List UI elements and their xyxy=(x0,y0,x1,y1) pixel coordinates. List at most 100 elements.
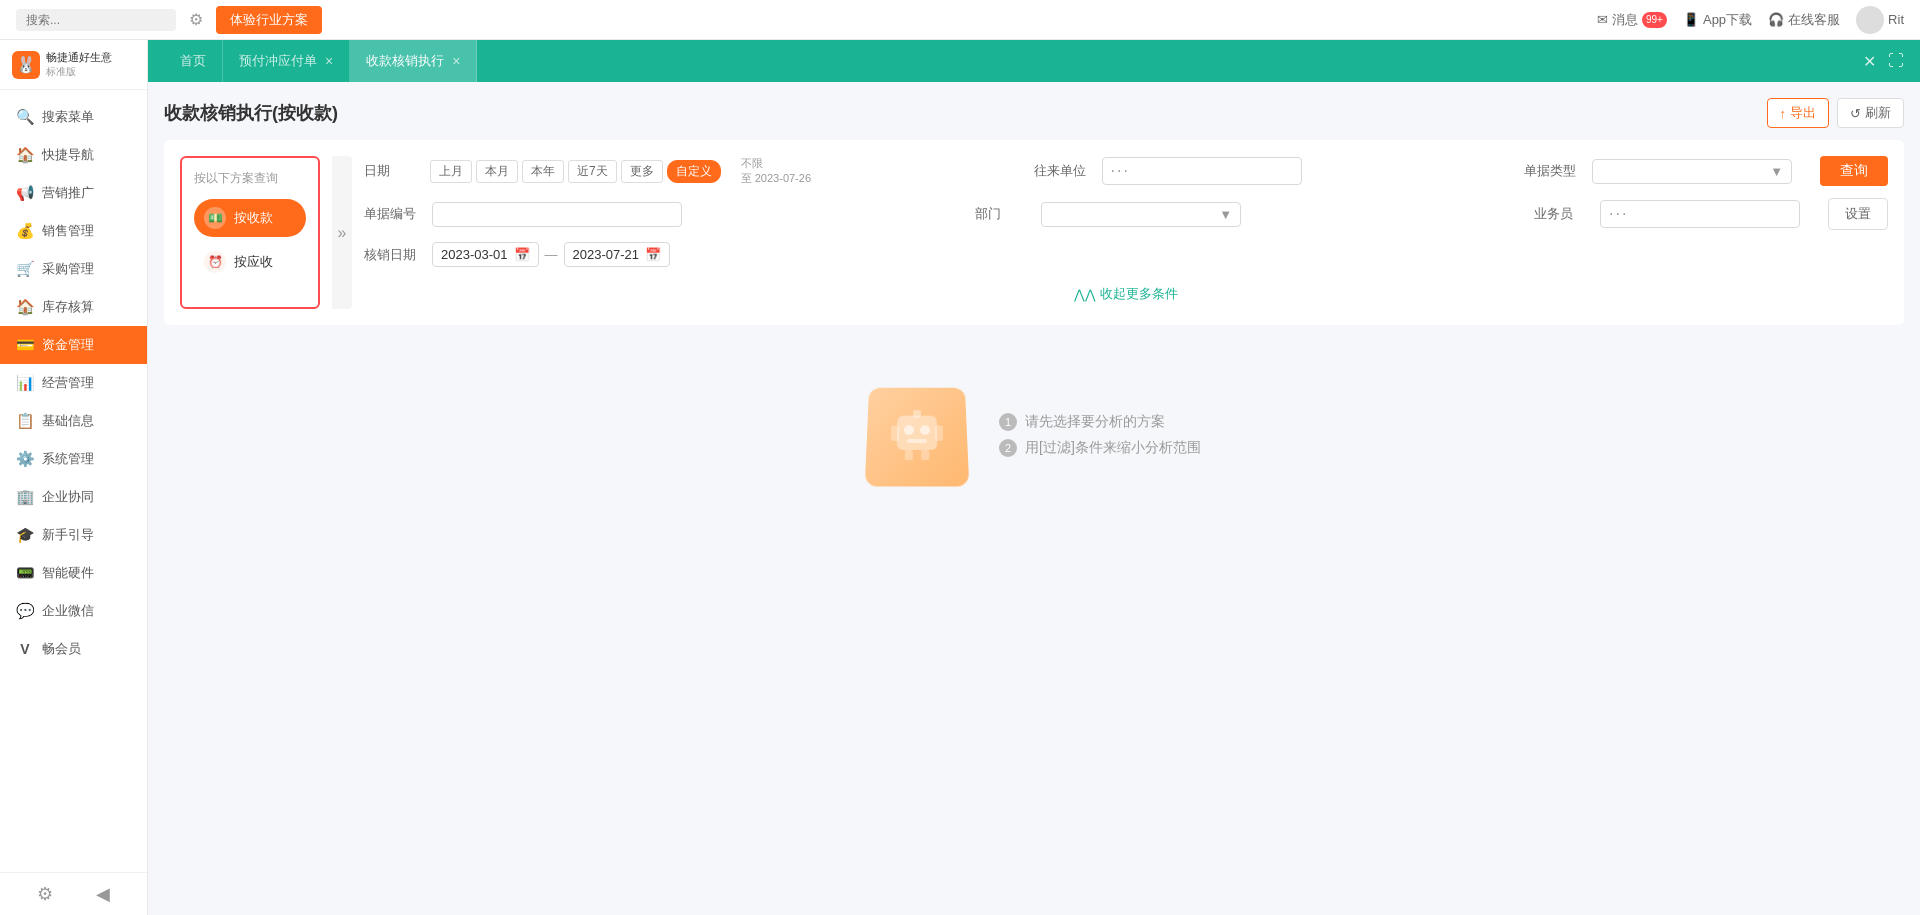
page-header: 收款核销执行(按收款) ↑ 导出 ↺ 刷新 xyxy=(164,98,1904,128)
industry-button[interactable]: 体验行业方案 xyxy=(216,6,322,34)
sidebar-item-search[interactable]: 🔍 搜索菜单 xyxy=(0,98,147,136)
svg-rect-7 xyxy=(905,450,913,460)
export-label: 导出 xyxy=(1790,104,1816,122)
settings-bottom-icon[interactable]: ⚙ xyxy=(37,883,53,905)
sidebar-item-member[interactable]: V 畅会员 xyxy=(0,630,147,668)
verify-date-from[interactable]: 2023-03-01 📅 xyxy=(432,242,539,267)
search-input[interactable] xyxy=(16,9,176,31)
layout: 🐰 畅捷通好生意 标准版 🔍 搜索菜单 🏠 快捷导航 📢 营销推广 💰 销售管理 xyxy=(0,40,1920,915)
tab-prepay[interactable]: 预付冲应付单 × xyxy=(223,40,350,82)
date-7days[interactable]: 近7天 xyxy=(568,160,617,183)
sidebar-label-system: 系统管理 xyxy=(42,450,94,468)
filter-fields: 日期 上月 本月 本年 近7天 更多 自定义 不限 至 xyxy=(364,156,1888,309)
sidebar-label-member: 畅会员 xyxy=(42,640,81,658)
tab-home[interactable]: 首页 xyxy=(164,40,223,82)
tab-receive[interactable]: 收款核销执行 × xyxy=(350,40,477,82)
tab-actions: ✕ ⛶ xyxy=(1863,52,1904,71)
refresh-button[interactable]: ↺ 刷新 xyxy=(1837,98,1904,128)
sidebar-item-system[interactable]: ⚙️ 系统管理 xyxy=(0,440,147,478)
export-button[interactable]: ↑ 导出 xyxy=(1767,98,1830,128)
basic-icon: 📋 xyxy=(16,412,34,430)
main-area: 首页 预付冲应付单 × 收款核销执行 × ✕ ⛶ 收款核销执行(按收款) xyxy=(148,40,1920,915)
sidebar-item-quick[interactable]: 🏠 快捷导航 xyxy=(0,136,147,174)
setting-button[interactable]: 设置 xyxy=(1828,198,1888,230)
sidebar-item-wechat[interactable]: 💬 企业微信 xyxy=(0,592,147,630)
calendar-from-icon: 📅 xyxy=(514,247,530,262)
service-link[interactable]: 🎧 在线客服 xyxy=(1768,11,1840,29)
sidebar-item-guide[interactable]: 🎓 新手引导 xyxy=(0,516,147,554)
date-custom-badge[interactable]: 自定义 xyxy=(667,160,721,183)
doctype-select[interactable]: ▼ xyxy=(1592,159,1792,184)
staff-select[interactable]: ··· xyxy=(1600,200,1800,228)
top-bar-left: ⚙ 体验行业方案 xyxy=(16,6,1589,34)
sidebar-item-sales[interactable]: 💰 销售管理 xyxy=(0,212,147,250)
search-menu-icon: 🔍 xyxy=(16,108,34,126)
top-bar-right: ✉ 消息 99+ 📱 App下载 🎧 在线客服 Rit xyxy=(1597,6,1904,34)
top-bar: ⚙ 体验行业方案 ✉ 消息 99+ 📱 App下载 🎧 在线客服 Rit xyxy=(0,0,1920,40)
refresh-icon: ↺ xyxy=(1850,106,1861,121)
option-by-receivable[interactable]: ⏰ 按应收 xyxy=(194,243,306,281)
message-badge: 99+ xyxy=(1642,12,1667,28)
empty-state-content: 1 请先选择要分析的方案 2 用[过滤]条件来缩小分析范围 xyxy=(867,385,1201,485)
date-more[interactable]: 更多 xyxy=(621,160,663,183)
message-link[interactable]: ✉ 消息 99+ xyxy=(1597,11,1667,29)
tab-prepay-close[interactable]: × xyxy=(325,53,333,69)
sidebar-item-hardware[interactable]: 📟 智能硬件 xyxy=(0,554,147,592)
tab-home-label: 首页 xyxy=(180,52,206,70)
tab-receive-close[interactable]: × xyxy=(452,53,460,69)
sidebar-label-finance: 资金管理 xyxy=(42,336,94,354)
option-by-receivable-label: 按应收 xyxy=(234,253,273,271)
message-label: 消息 xyxy=(1612,11,1638,29)
user-info[interactable]: Rit xyxy=(1856,6,1904,34)
tab-bar: 首页 预付冲应付单 × 收款核销执行 × ✕ ⛶ xyxy=(148,40,1920,82)
gear-icon[interactable]: ⚙ xyxy=(184,8,208,32)
date-this-month[interactable]: 本月 xyxy=(476,160,518,183)
calendar-to-icon: 📅 xyxy=(645,247,661,262)
sidebar-menu: 🔍 搜索菜单 🏠 快捷导航 📢 营销推广 💰 销售管理 🛒 采购管理 🏠 xyxy=(0,90,147,872)
chevron-up-icon: ⋀⋀ xyxy=(1074,287,1096,302)
sidebar-label-operation: 经营管理 xyxy=(42,374,94,392)
app-label: App下载 xyxy=(1703,11,1752,29)
sidebar-item-inventory[interactable]: 🏠 库存核算 xyxy=(0,288,147,326)
svg-rect-5 xyxy=(891,425,899,441)
sidebar-label-guide: 新手引导 xyxy=(42,526,94,544)
export-icon: ↑ xyxy=(1780,106,1787,121)
more-conditions-toggle[interactable]: ⋀⋀ 收起更多条件 xyxy=(364,279,1888,309)
dept-select[interactable]: ▼ xyxy=(1041,202,1241,227)
sidebar-item-basic[interactable]: 📋 基础信息 xyxy=(0,402,147,440)
hardware-icon: 📟 xyxy=(16,564,34,582)
verify-date-to[interactable]: 2023-07-21 📅 xyxy=(564,242,671,267)
inventory-icon: 🏠 xyxy=(16,298,34,316)
date-last-month[interactable]: 上月 xyxy=(430,160,472,183)
logo-text-block: 畅捷通好生意 标准版 xyxy=(46,50,112,78)
date-this-year[interactable]: 本年 xyxy=(522,160,564,183)
app-download-link[interactable]: 📱 App下载 xyxy=(1683,11,1752,29)
dept-label: 部门 xyxy=(975,205,1025,223)
filter-row-1: 日期 上月 本月 本年 近7天 更多 自定义 不限 至 xyxy=(364,156,1888,186)
docno-input[interactable] xyxy=(441,207,673,222)
purchase-icon: 🛒 xyxy=(16,260,34,278)
collapse-filter-btn[interactable]: » xyxy=(332,156,352,309)
option-by-receive-label: 按收款 xyxy=(234,209,273,227)
query-button[interactable]: 查询 xyxy=(1820,156,1888,186)
counterparty-select[interactable]: ··· xyxy=(1102,157,1302,185)
maximize-icon[interactable]: ⛶ xyxy=(1888,52,1904,71)
option-by-receive[interactable]: 💵 按收款 xyxy=(194,199,306,237)
sidebar-item-finance[interactable]: 💳 资金管理 xyxy=(0,326,147,364)
finance-icon: 💳 xyxy=(16,336,34,354)
sidebar-item-enterprise[interactable]: 🏢 企业协同 xyxy=(0,478,147,516)
sidebar-item-operation[interactable]: 📊 经营管理 xyxy=(0,364,147,402)
operation-icon: 📊 xyxy=(16,374,34,392)
sidebar: 🐰 畅捷通好生意 标准版 🔍 搜索菜单 🏠 快捷导航 📢 营销推广 💰 销售管理 xyxy=(0,40,148,915)
close-all-tabs-icon[interactable]: ✕ xyxy=(1863,52,1876,71)
sidebar-item-marketing[interactable]: 📢 营销推广 xyxy=(0,174,147,212)
logo-version: 标准版 xyxy=(46,65,112,79)
tip-num-1: 1 xyxy=(999,413,1017,431)
empty-tips: 1 请先选择要分析的方案 2 用[过滤]条件来缩小分析范围 xyxy=(999,413,1201,457)
staff-dots: ··· xyxy=(1609,205,1628,223)
date-range-separator: — xyxy=(545,247,558,262)
sidebar-item-purchase[interactable]: 🛒 采购管理 xyxy=(0,250,147,288)
collapse-sidebar-icon[interactable]: ◀ xyxy=(96,883,110,905)
sidebar-label-purchase: 采购管理 xyxy=(42,260,94,278)
date-label: 日期 xyxy=(364,162,414,180)
